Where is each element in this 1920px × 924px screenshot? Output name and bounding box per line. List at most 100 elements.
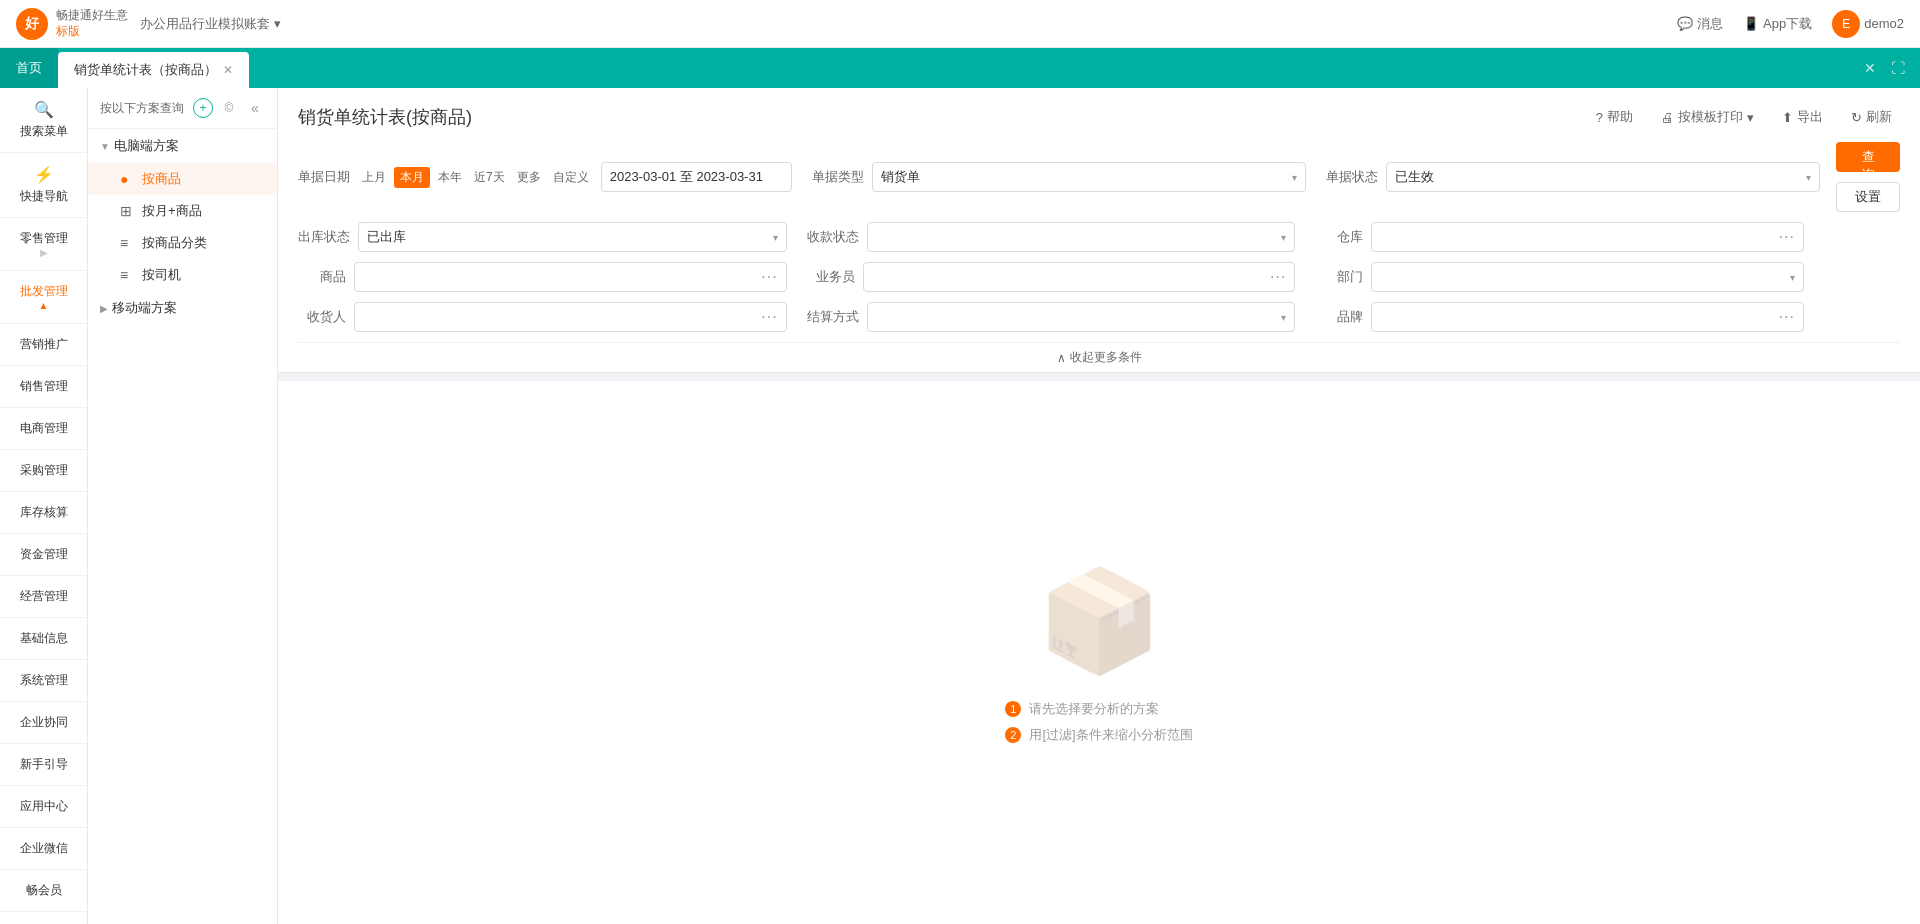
avatar: E [1832, 10, 1860, 38]
product-select[interactable]: ··· [354, 262, 787, 292]
shortcut-icon: ⚡ [8, 165, 79, 184]
filter-product: 商品 ··· [298, 262, 787, 292]
header-left: 好 畅捷通好生意 标版 办公用品行业模拟账套 ▾ [16, 8, 281, 40]
warehouse-status-select[interactable]: 已出库 ▾ [358, 222, 787, 252]
query-button[interactable]: 查询 [1836, 142, 1900, 172]
company-selector[interactable]: 办公用品行业模拟账套 ▾ [140, 15, 281, 33]
refresh-button[interactable]: ↻ 刷新 [1843, 104, 1900, 130]
brand-select[interactable]: ··· [1371, 302, 1804, 332]
triangle-right-icon: ▶ [100, 303, 108, 314]
sidebar-item-basic[interactable]: 基础信息 [0, 618, 87, 660]
collapse-more-button[interactable]: ∧ 收起更多条件 [298, 342, 1900, 372]
filter-payment-status: 收款状态 ▾ [787, 222, 1296, 252]
sidebar-item-retail[interactable]: 零售管理 ▶ [0, 218, 87, 271]
scheme-group-pc-header[interactable]: ▼ 电脑端方案 [88, 129, 277, 163]
app-download-button[interactable]: 📱 App下载 [1743, 15, 1812, 33]
empty-state: 📦 1 请先选择要分析的方案 2 用[过滤]条件来缩小分析范围 [278, 381, 1920, 924]
sidebar-item-sales[interactable]: 销售管理 [0, 366, 87, 408]
filter-warehouse-status: 出库状态 已出库 ▾ [298, 222, 787, 252]
sidebar-item-wholesale[interactable]: 批发管理 ▲ [0, 271, 87, 324]
sidebar-item-operations[interactable]: 经营管理 [0, 576, 87, 618]
chevron-down-icon: ▾ [773, 232, 778, 243]
sidebar-nav: 🔍 搜索菜单 ⚡ 快捷导航 零售管理 ▶ 批发管理 ▲ 营销推广 销售管理 电商… [0, 88, 88, 924]
sidebar-item-ecommerce[interactable]: 电商管理 [0, 408, 87, 450]
payment-method-select[interactable]: ▾ [867, 302, 1296, 332]
person-icon: ≡ [120, 267, 136, 283]
date-tab-more[interactable]: 更多 [513, 167, 545, 188]
filter-row-2: 出库状态 已出库 ▾ 收款状态 ▾ 仓库 [298, 222, 1900, 252]
export-button[interactable]: ⬆ 导出 [1774, 104, 1831, 130]
filter-row-1: 单据日期 上月 本月 本年 近7天 更多 自定义 2023-03-01 至 20… [298, 142, 1900, 212]
query-setting-area: 查询 设置 [1820, 142, 1900, 212]
tab-close-icon[interactable]: ✕ [223, 63, 233, 77]
filter-warehouse: 仓库 ··· [1295, 222, 1804, 252]
empty-steps: 1 请先选择要分析的方案 2 用[过滤]条件来缩小分析范围 [1005, 700, 1192, 744]
warehouse-select[interactable]: ··· [1371, 222, 1804, 252]
page-header: 销货单统计表(按商品) ? 帮助 🖨 按模板打印 ▾ ⬆ [278, 88, 1920, 373]
filter-doc-type: 单据类型 销货单 ▾ [792, 142, 1306, 212]
add-scheme-button[interactable]: + [193, 98, 213, 118]
chevron-down-icon: ▾ [274, 16, 281, 31]
payment-status-select[interactable]: ▾ [867, 222, 1296, 252]
sidebar-item-system[interactable]: 系统管理 [0, 660, 87, 702]
doc-type-select[interactable]: 销货单 ▾ [872, 162, 1306, 192]
main-layout: 🔍 搜索菜单 ⚡ 快捷导航 零售管理 ▶ 批发管理 ▲ 营销推广 销售管理 电商… [0, 88, 1920, 924]
sidebar-item-newbie[interactable]: 新手引导 [0, 744, 87, 786]
copy-scheme-button[interactable]: © [219, 98, 239, 118]
sidebar-item-wechat[interactable]: 企业微信 [0, 828, 87, 870]
export-icon: ⬆ [1782, 110, 1793, 125]
user-menu[interactable]: E demo2 [1832, 10, 1904, 38]
chevron-up-icon: ▲ [8, 300, 79, 311]
date-tab-this-month[interactable]: 本月 [394, 167, 430, 188]
date-range-input[interactable]: 2023-03-01 至 2023-03-31 [601, 162, 792, 192]
scheme-panel: 按以下方案查询 + © « ▼ 电脑端方案 ● 按商品 [88, 88, 278, 924]
date-tab-this-year[interactable]: 本年 [434, 167, 466, 188]
sidebar-item-enterprise[interactable]: 企业协同 [0, 702, 87, 744]
collapse-scheme-button[interactable]: « [245, 98, 265, 118]
sidebar-item-member[interactable]: 畅会员 [0, 870, 87, 912]
messages-button[interactable]: 💬 消息 [1677, 15, 1723, 33]
empty-step-1: 1 请先选择要分析的方案 [1005, 700, 1192, 718]
empty-illustration: 📦 [1037, 562, 1162, 680]
date-tabs: 上月 本月 本年 近7天 更多 自定义 [358, 167, 593, 188]
help-button[interactable]: ? 帮助 [1588, 104, 1641, 130]
date-tab-last-month[interactable]: 上月 [358, 167, 390, 188]
sidebar-item-purchase[interactable]: 采购管理 [0, 450, 87, 492]
doc-status-select[interactable]: 已生效 ▾ [1386, 162, 1820, 192]
scheme-item-by-product[interactable]: ● 按商品 [88, 163, 277, 195]
sidebar-item-appstore[interactable]: 应用中心 [0, 786, 87, 828]
filter-date: 单据日期 上月 本月 本年 近7天 更多 自定义 2023-03-01 至 20… [298, 142, 792, 212]
sidebar-item-inventory[interactable]: 库存核算 [0, 492, 87, 534]
sidebar-item-finance[interactable]: 资金管理 [0, 534, 87, 576]
radio-active-icon: ● [120, 171, 136, 187]
dept-select[interactable]: ▾ [1371, 262, 1804, 292]
filter-receiver: 收货人 ··· [298, 302, 787, 332]
scheme-group-pc: ▼ 电脑端方案 ● 按商品 ⊞ 按月+商品 ≡ 按商品分类 ≡ 按司机 [88, 129, 277, 291]
page-actions: ? 帮助 🖨 按模板打印 ▾ ⬆ 导出 ↻ [1588, 104, 1900, 130]
print-icon: 🖨 [1661, 110, 1674, 125]
scheme-group-mobile-header[interactable]: ▶ 移动端方案 [88, 291, 277, 325]
sidebar-item-shortcut[interactable]: ⚡ 快捷导航 [0, 153, 87, 218]
scheme-item-by-month-product[interactable]: ⊞ 按月+商品 [88, 195, 277, 227]
sidebar-item-search[interactable]: 🔍 搜索菜单 [0, 88, 87, 153]
grid-icon: ⊞ [120, 203, 136, 219]
minimize-icon[interactable]: ✕ [1860, 58, 1880, 78]
settings-button[interactable]: 设置 [1836, 182, 1900, 212]
sidebar-item-marketing[interactable]: 营销推广 [0, 324, 87, 366]
tab-home[interactable]: 首页 [0, 48, 58, 88]
salesman-select[interactable]: ··· [863, 262, 1296, 292]
logo-text: 畅捷通好生意 标版 [56, 8, 128, 39]
filter-dept: 部门 ▾ [1295, 262, 1804, 292]
scheme-item-by-category[interactable]: ≡ 按商品分类 [88, 227, 277, 259]
scheme-item-by-driver[interactable]: ≡ 按司机 [88, 259, 277, 291]
tab-sales-stats[interactable]: 销货单统计表（按商品） ✕ [58, 52, 249, 88]
date-tab-7days[interactable]: 近7天 [470, 167, 509, 188]
print-button[interactable]: 🖨 按模板打印 ▾ [1653, 104, 1762, 130]
page-header-top: 销货单统计表(按商品) ? 帮助 🖨 按模板打印 ▾ ⬆ [298, 104, 1900, 130]
date-tab-custom[interactable]: 自定义 [549, 167, 593, 188]
ellipsis-icon: ··· [1779, 228, 1795, 246]
logo-icon: 好 [16, 8, 48, 40]
maximize-icon[interactable]: ⛶ [1888, 58, 1908, 78]
top-header: 好 畅捷通好生意 标版 办公用品行业模拟账套 ▾ 💬 消息 📱 App下载 E … [0, 0, 1920, 48]
receiver-select[interactable]: ··· [354, 302, 787, 332]
